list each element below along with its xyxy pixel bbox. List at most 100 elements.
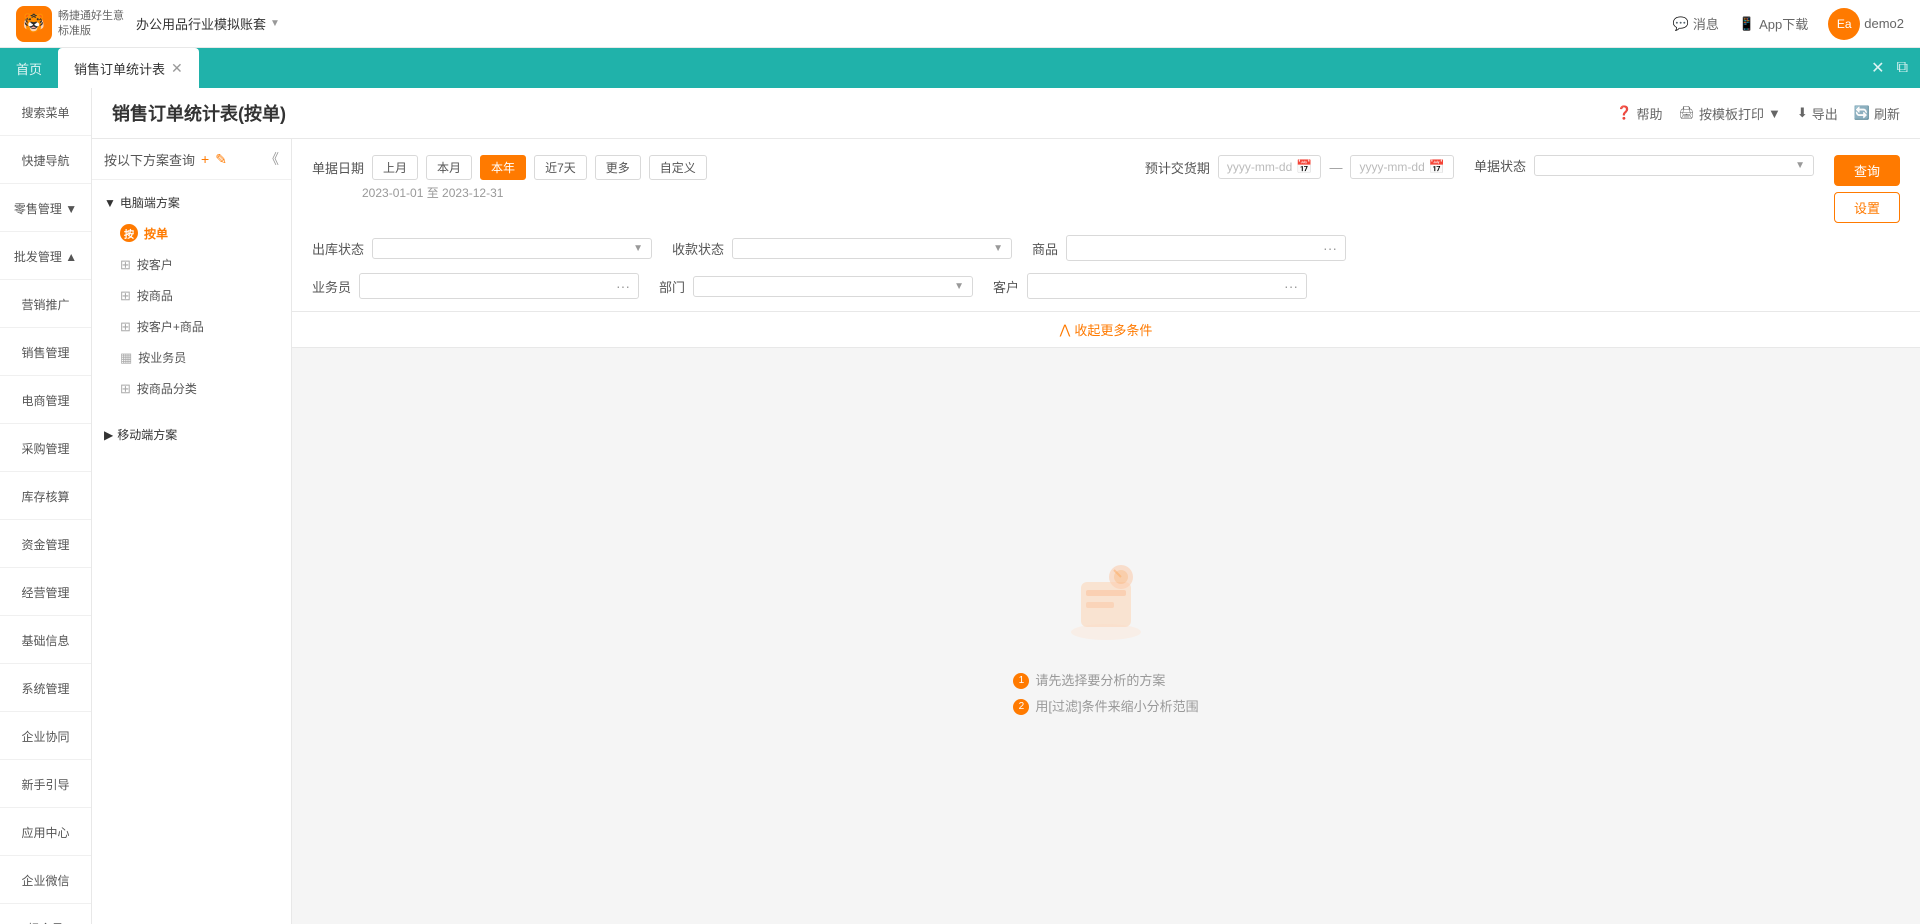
filter-area: 单据日期 上月 本月 本年 近7天 更多 自定义 2023-01-01 至 20…	[292, 139, 1920, 348]
product-input[interactable]: ···	[1066, 235, 1346, 261]
collapse-label: 收起更多条件	[1074, 320, 1152, 339]
scheme-category-mobile[interactable]: ▶ 移动端方案	[92, 420, 291, 449]
date-btn-last-month[interactable]: 上月	[372, 155, 418, 180]
sidebar-label-operations: 经营管理	[8, 584, 83, 601]
date-range-display: 2023-01-01 至 2023-12-31	[362, 184, 1125, 201]
expected-date-end[interactable]: yyyy-mm-dd 📅	[1350, 155, 1454, 179]
query-button[interactable]: 查询	[1834, 155, 1900, 186]
scheme-item-by-order[interactable]: 按 按单	[92, 217, 291, 249]
department-select[interactable]: ▼	[693, 276, 973, 297]
sidebar-item-ecommerce[interactable]: 电商管理	[0, 376, 91, 424]
date-btn-more[interactable]: 更多	[595, 155, 641, 180]
empty-state-icon	[1056, 552, 1156, 652]
product-label: 商品	[1032, 239, 1058, 258]
scheme-item-by-product[interactable]: ⊞ 按商品	[92, 280, 291, 311]
scheme-item-by-cust-prod[interactable]: ⊞ 按客户+商品	[92, 311, 291, 342]
step-num-2: 2	[1013, 699, 1029, 715]
date-btn-this-month[interactable]: 本月	[426, 155, 472, 180]
salesperson-dots[interactable]: ···	[616, 278, 630, 294]
sidebar-label-inventory: 库存核算	[8, 488, 83, 505]
sidebar-item-wechat[interactable]: 企业微信	[0, 856, 91, 904]
empty-tip-2: 2 用[过滤]条件来缩小分析范围	[1013, 694, 1198, 720]
date-btn-last7[interactable]: 近7天	[534, 155, 587, 180]
doc-status-block: 单据状态 ▼	[1474, 155, 1814, 176]
sidebar-label-basics: 基础信息	[8, 632, 83, 649]
page-title: 销售订单统计表(按单)	[112, 100, 286, 138]
empty-tips: 1 请先选择要分析的方案 2 用[过滤]条件来缩小分析范围	[1013, 668, 1198, 720]
sidebar-item-marketing[interactable]: 营销推广	[0, 280, 91, 328]
window-close-icon[interactable]: ✕	[1871, 58, 1884, 78]
sidebar-item-newbie[interactable]: 新手引导	[0, 760, 91, 808]
collapse-panel-button[interactable]: 《	[265, 149, 279, 169]
expected-date-start[interactable]: yyyy-mm-dd 📅	[1218, 155, 1322, 179]
sidebar-item-inventory[interactable]: 库存核算	[0, 472, 91, 520]
ship-status-label: 出库状态	[312, 239, 364, 258]
export-action[interactable]: ⬇ 导出	[1797, 104, 1838, 123]
filter-date-block: 单据日期 上月 本月 本年 近7天 更多 自定义 2023-01-01 至 20…	[312, 155, 1125, 201]
scheme-label: 按客户	[137, 256, 173, 273]
tip1-text: 请先选择要分析的方案	[1035, 668, 1165, 694]
data-area: 1 请先选择要分析的方案 2 用[过滤]条件来缩小分析范围	[292, 348, 1920, 924]
message-button[interactable]: 💬 消息	[1673, 14, 1719, 33]
tab-home[interactable]: 首页	[0, 48, 58, 88]
sidebar-label-purchase: 采购管理	[8, 440, 83, 457]
sidebar-item-appstore[interactable]: 应用中心	[0, 808, 91, 856]
sidebar-label-membership: 畅会员	[8, 920, 83, 924]
right-content: 单据日期 上月 本月 本年 近7天 更多 自定义 2023-01-01 至 20…	[292, 139, 1920, 924]
date-label: 单据日期	[312, 158, 364, 177]
sidebar-item-system[interactable]: 系统管理	[0, 664, 91, 712]
store-selector[interactable]: 办公用品行业模拟账套 ▼	[136, 14, 280, 33]
scheme-item-by-customer[interactable]: ⊞ 按客户	[92, 249, 291, 280]
ship-status-block: 出库状态 ▼	[312, 238, 652, 259]
settings-button[interactable]: 设置	[1834, 192, 1900, 223]
scheme-item-by-category[interactable]: ⊞ 按商品分类	[92, 373, 291, 404]
logo-area: 🐯 畅捷通好生意 标准版	[16, 6, 124, 42]
sidebar-item-purchase[interactable]: 采购管理	[0, 424, 91, 472]
sidebar-item-basics[interactable]: 基础信息	[0, 616, 91, 664]
refresh-action[interactable]: 🔄 刷新	[1854, 104, 1900, 123]
tab-close-icon[interactable]: ✕	[171, 60, 183, 77]
user-menu[interactable]: Ea demo2	[1828, 8, 1904, 40]
sidebar-item-shortcuts[interactable]: 快捷导航	[0, 136, 91, 184]
scheme-category-label: 电脑端方案	[120, 194, 180, 211]
product-dots[interactable]: ···	[1323, 240, 1337, 256]
sidebar-label-retail: 零售管理 ▼	[8, 200, 83, 217]
add-scheme-button[interactable]: +	[201, 151, 209, 167]
sidebar-item-finance[interactable]: 资金管理	[0, 520, 91, 568]
help-icon: ❓	[1616, 105, 1632, 121]
receipt-status-select[interactable]: ▼	[732, 238, 1012, 259]
date-btn-this-year[interactable]: 本年	[480, 155, 526, 180]
doc-status-select[interactable]: ▼	[1534, 155, 1814, 176]
customer-dots[interactable]: ···	[1284, 278, 1298, 294]
scheme-category-desktop[interactable]: ▼ 电脑端方案	[92, 188, 291, 217]
app-download-button[interactable]: 📱 App下载	[1739, 14, 1808, 33]
sidebar-item-retail[interactable]: 零售管理 ▼	[0, 184, 91, 232]
template-print-action[interactable]: 🖨 按模板打印 ▼	[1678, 104, 1780, 123]
receipt-status-label: 收款状态	[672, 239, 724, 258]
scheme-label: 按商品分类	[137, 380, 197, 397]
sidebar: 搜索菜单 快捷导航 零售管理 ▼ 批发管理 ▲ 营销推广 销售管理 电商管理 采…	[0, 88, 92, 924]
date-btn-custom[interactable]: 自定义	[649, 155, 707, 180]
customer-input[interactable]: ···	[1027, 273, 1307, 299]
sidebar-item-membership[interactable]: 畅会员	[0, 904, 91, 924]
sidebar-item-wholesale[interactable]: 批发管理 ▲	[0, 232, 91, 280]
scheme-item-by-salesperson[interactable]: ▦ 按业务员	[92, 342, 291, 373]
top-bar: 🐯 畅捷通好生意 标准版 办公用品行业模拟账套 ▼ 💬 消息 📱 App下载 E…	[0, 0, 1920, 48]
tab-sales-order[interactable]: 销售订单统计表 ✕	[58, 48, 199, 88]
export-icon: ⬇	[1797, 105, 1808, 121]
user-avatar: Ea	[1828, 8, 1860, 40]
department-label: 部门	[659, 277, 685, 296]
salesperson-input[interactable]: ···	[359, 273, 639, 299]
sidebar-item-operations[interactable]: 经营管理	[0, 568, 91, 616]
sidebar-item-enterprise[interactable]: 企业协同	[0, 712, 91, 760]
sidebar-item-search[interactable]: 搜索菜单	[0, 88, 91, 136]
receipt-status-block: 收款状态 ▼	[672, 238, 1012, 259]
window-restore-icon[interactable]: ⧉	[1897, 59, 1908, 77]
calendar-end-icon: 📅	[1429, 159, 1445, 175]
edit-scheme-button[interactable]: ✎	[215, 151, 227, 168]
help-action[interactable]: ❓ 帮助	[1616, 104, 1662, 123]
ship-status-select[interactable]: ▼	[372, 238, 652, 259]
sidebar-item-sales[interactable]: 销售管理	[0, 328, 91, 376]
scheme-icon-salesperson: ▦	[120, 350, 132, 366]
collapse-more-bar[interactable]: ⋀ 收起更多条件	[292, 311, 1920, 347]
